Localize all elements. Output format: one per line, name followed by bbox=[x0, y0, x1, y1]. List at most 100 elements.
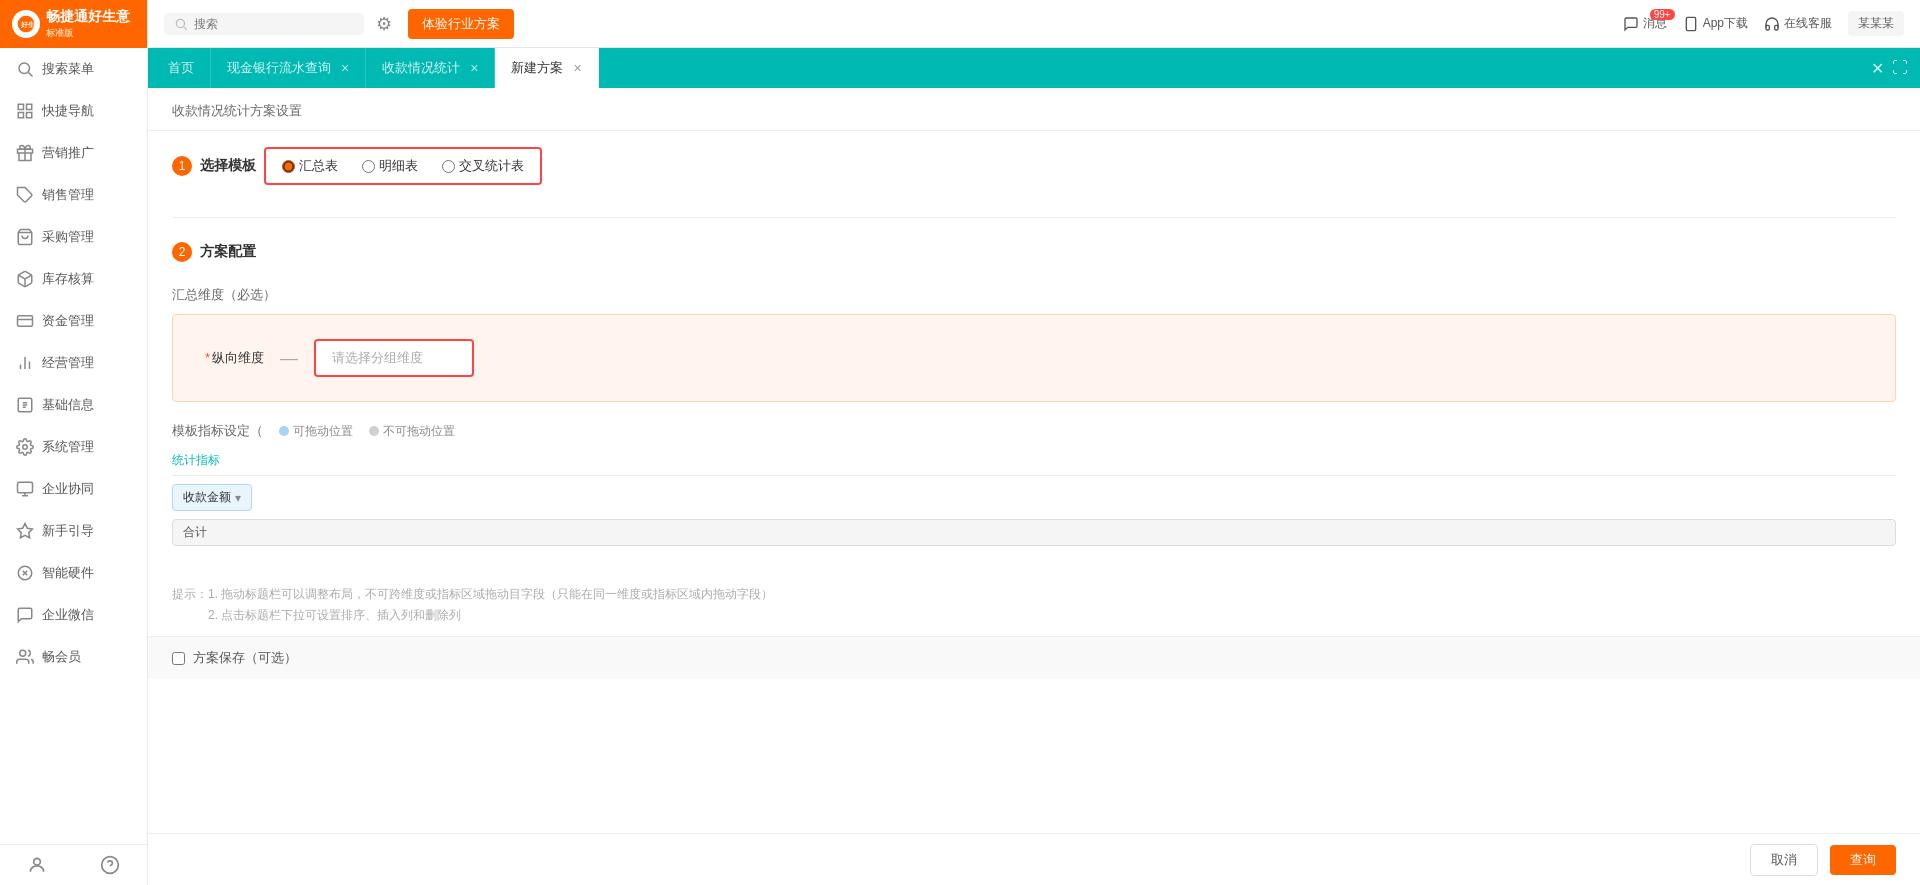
settings-icon bbox=[16, 438, 34, 456]
trial-button[interactable]: 体验行业方案 bbox=[408, 9, 514, 39]
content-spacer bbox=[148, 679, 1920, 833]
radio-cross-label: 交叉统计表 bbox=[459, 157, 524, 175]
sidebar: 好生 畅捷通好生意 标准版 搜索菜单 快捷导航 营销推广 bbox=[0, 0, 148, 885]
save-checkbox[interactable] bbox=[172, 652, 185, 665]
tab-new-plan-label: 新建方案 bbox=[511, 59, 563, 77]
tab-close-icon[interactable]: ✕ bbox=[1871, 59, 1884, 78]
page-header: 收款情况统计方案设置 bbox=[148, 88, 1920, 131]
sidebar-logo: 好生 畅捷通好生意 标准版 bbox=[0, 0, 147, 48]
app-download-item[interactable]: App下载 bbox=[1683, 15, 1748, 32]
sidebar-item-quick-nav[interactable]: 快捷导航 bbox=[0, 90, 147, 132]
search-icon bbox=[16, 60, 34, 78]
sidebar-item-enterprise-collab[interactable]: 企业协同 bbox=[0, 468, 147, 510]
svg-point-31 bbox=[176, 19, 184, 27]
sidebar-avatar-btn[interactable] bbox=[27, 855, 47, 875]
sidebar-item-label: 经营管理 bbox=[42, 354, 94, 372]
enterprise-icon bbox=[16, 480, 34, 498]
tab-collection-stats[interactable]: 收款情况统计 × bbox=[366, 48, 495, 88]
sidebar-item-sales[interactable]: 销售管理 bbox=[0, 174, 147, 216]
radio-detail-label: 明细表 bbox=[379, 157, 418, 175]
tab-new-plan[interactable]: 新建方案 × bbox=[495, 48, 598, 88]
user-name[interactable]: 某某某 bbox=[1848, 11, 1904, 36]
sidebar-item-marketing[interactable]: 营销推广 bbox=[0, 132, 147, 174]
sidebar-item-new-guide[interactable]: 新手引导 bbox=[0, 510, 147, 552]
metrics-area: 统计指标 收款金额 ▾ 合计 bbox=[172, 452, 1896, 546]
radio-summary-input[interactable] bbox=[282, 160, 295, 173]
settings-gear-icon[interactable]: ⚙ bbox=[376, 13, 392, 35]
svg-point-28 bbox=[33, 858, 40, 865]
online-service-item[interactable]: 在线客服 bbox=[1764, 15, 1832, 32]
sidebar-item-member[interactable]: 畅会员 bbox=[0, 636, 147, 678]
grid-icon bbox=[16, 102, 34, 120]
search-bar[interactable] bbox=[164, 13, 364, 35]
info-icon bbox=[16, 396, 34, 414]
metrics-section: 模板指标设定（ 可拖动位置 不可拖动位置 统计指标 bbox=[172, 422, 1896, 546]
tab-collection-stats-close[interactable]: × bbox=[470, 61, 478, 75]
chip-revenue-label: 收款金额 bbox=[183, 489, 231, 506]
sidebar-help-btn[interactable] bbox=[100, 855, 120, 875]
dimension-section-label: 汇总维度（必选） bbox=[172, 286, 1896, 304]
tab-collection-stats-label: 收款情况统计 bbox=[382, 59, 460, 77]
tips-area: 提示：1. 拖动标题栏可以调整布局，不可跨维度或指标区域拖动目字段（只能在同一维… bbox=[148, 562, 1920, 636]
metrics-chips: 收款金额 ▾ bbox=[172, 484, 1896, 511]
svg-rect-4 bbox=[18, 104, 23, 109]
tab-cash-flow-close[interactable]: × bbox=[341, 61, 349, 75]
tab-new-plan-close[interactable]: × bbox=[573, 61, 581, 75]
step1-header: 1 选择模板 汇总表 明细表 交叉统计表 bbox=[172, 147, 1896, 185]
chip-revenue[interactable]: 收款金额 ▾ bbox=[172, 484, 252, 511]
sidebar-item-operations[interactable]: 经营管理 bbox=[0, 342, 147, 384]
metrics-legend: 可拖动位置 不可拖动位置 bbox=[279, 423, 455, 440]
chip-subtotal-wrap: 合计 bbox=[172, 519, 1896, 546]
tip-prefix: 提示： bbox=[172, 587, 208, 601]
search-input[interactable] bbox=[194, 17, 314, 31]
sidebar-item-label: 销售管理 bbox=[42, 186, 94, 204]
dimension-select[interactable]: 请选择分组维度 bbox=[314, 339, 474, 377]
sidebar-item-enterprise-wechat[interactable]: 企业微信 bbox=[0, 594, 147, 636]
sidebar-item-label: 企业微信 bbox=[42, 606, 94, 624]
sidebar-item-label: 企业协同 bbox=[42, 480, 94, 498]
sidebar-item-label: 快捷导航 bbox=[42, 102, 94, 120]
message-icon bbox=[1623, 16, 1639, 32]
notification-item[interactable]: 消息 99+ bbox=[1623, 15, 1667, 32]
sidebar-item-label: 库存核算 bbox=[42, 270, 94, 288]
radio-summary[interactable]: 汇总表 bbox=[282, 157, 338, 175]
sidebar-item-purchase[interactable]: 采购管理 bbox=[0, 216, 147, 258]
step2-badge: 2 bbox=[172, 242, 192, 262]
tab-home[interactable]: 首页 bbox=[148, 48, 211, 88]
radio-cross[interactable]: 交叉统计表 bbox=[442, 157, 524, 175]
legend-fixed-label: 不可拖动位置 bbox=[383, 423, 455, 440]
sidebar-item-label: 营销推广 bbox=[42, 144, 94, 162]
footer: 取消 查询 bbox=[148, 833, 1920, 885]
logo-icon: 好生 bbox=[12, 10, 40, 38]
sidebar-item-basic-info[interactable]: 基础信息 bbox=[0, 384, 147, 426]
radio-detail-input[interactable] bbox=[362, 160, 375, 173]
radio-cross-input[interactable] bbox=[442, 160, 455, 173]
sidebar-item-system[interactable]: 系统管理 bbox=[0, 426, 147, 468]
step1-badge: 1 bbox=[172, 156, 192, 176]
logo-wrap: 好生 bbox=[12, 10, 40, 38]
step2-section: 2 方案配置 汇总维度（必选） *纵向维度 — 请选择分组维度 模板指标设定（ bbox=[148, 218, 1920, 562]
sidebar-item-finance[interactable]: 资金管理 bbox=[0, 300, 147, 342]
sidebar-version: 标准版 bbox=[46, 27, 130, 40]
svg-point-2 bbox=[19, 63, 30, 74]
step1-title: 选择模板 bbox=[200, 157, 256, 175]
sidebar-item-smart-hardware[interactable]: 智能硬件 bbox=[0, 552, 147, 594]
notification-badge: 99+ bbox=[1650, 9, 1675, 20]
query-button[interactable]: 查询 bbox=[1830, 845, 1896, 875]
row-label-text: 纵向维度 bbox=[212, 350, 264, 365]
legend-draggable-label: 可拖动位置 bbox=[293, 423, 353, 440]
sidebar-item-search-menu[interactable]: 搜索菜单 bbox=[0, 48, 147, 90]
tab-bar-controls: ✕ ⛶ bbox=[1871, 59, 1920, 78]
sidebar-item-inventory[interactable]: 库存核算 bbox=[0, 258, 147, 300]
sidebar-item-label: 系统管理 bbox=[42, 438, 94, 456]
wallet-icon bbox=[16, 312, 34, 330]
cancel-button[interactable]: 取消 bbox=[1750, 844, 1818, 876]
sidebar-item-label: 资金管理 bbox=[42, 312, 94, 330]
tab-cash-flow[interactable]: 现金银行流水查询 × bbox=[211, 48, 366, 88]
page-title: 收款情况统计方案设置 bbox=[172, 103, 302, 118]
tab-maximize-icon[interactable]: ⛶ bbox=[1892, 59, 1908, 77]
box-icon bbox=[16, 270, 34, 288]
radio-detail[interactable]: 明细表 bbox=[362, 157, 418, 175]
legend-dot-fixed bbox=[369, 426, 379, 436]
chip-subtotal: 合计 bbox=[172, 519, 1896, 546]
